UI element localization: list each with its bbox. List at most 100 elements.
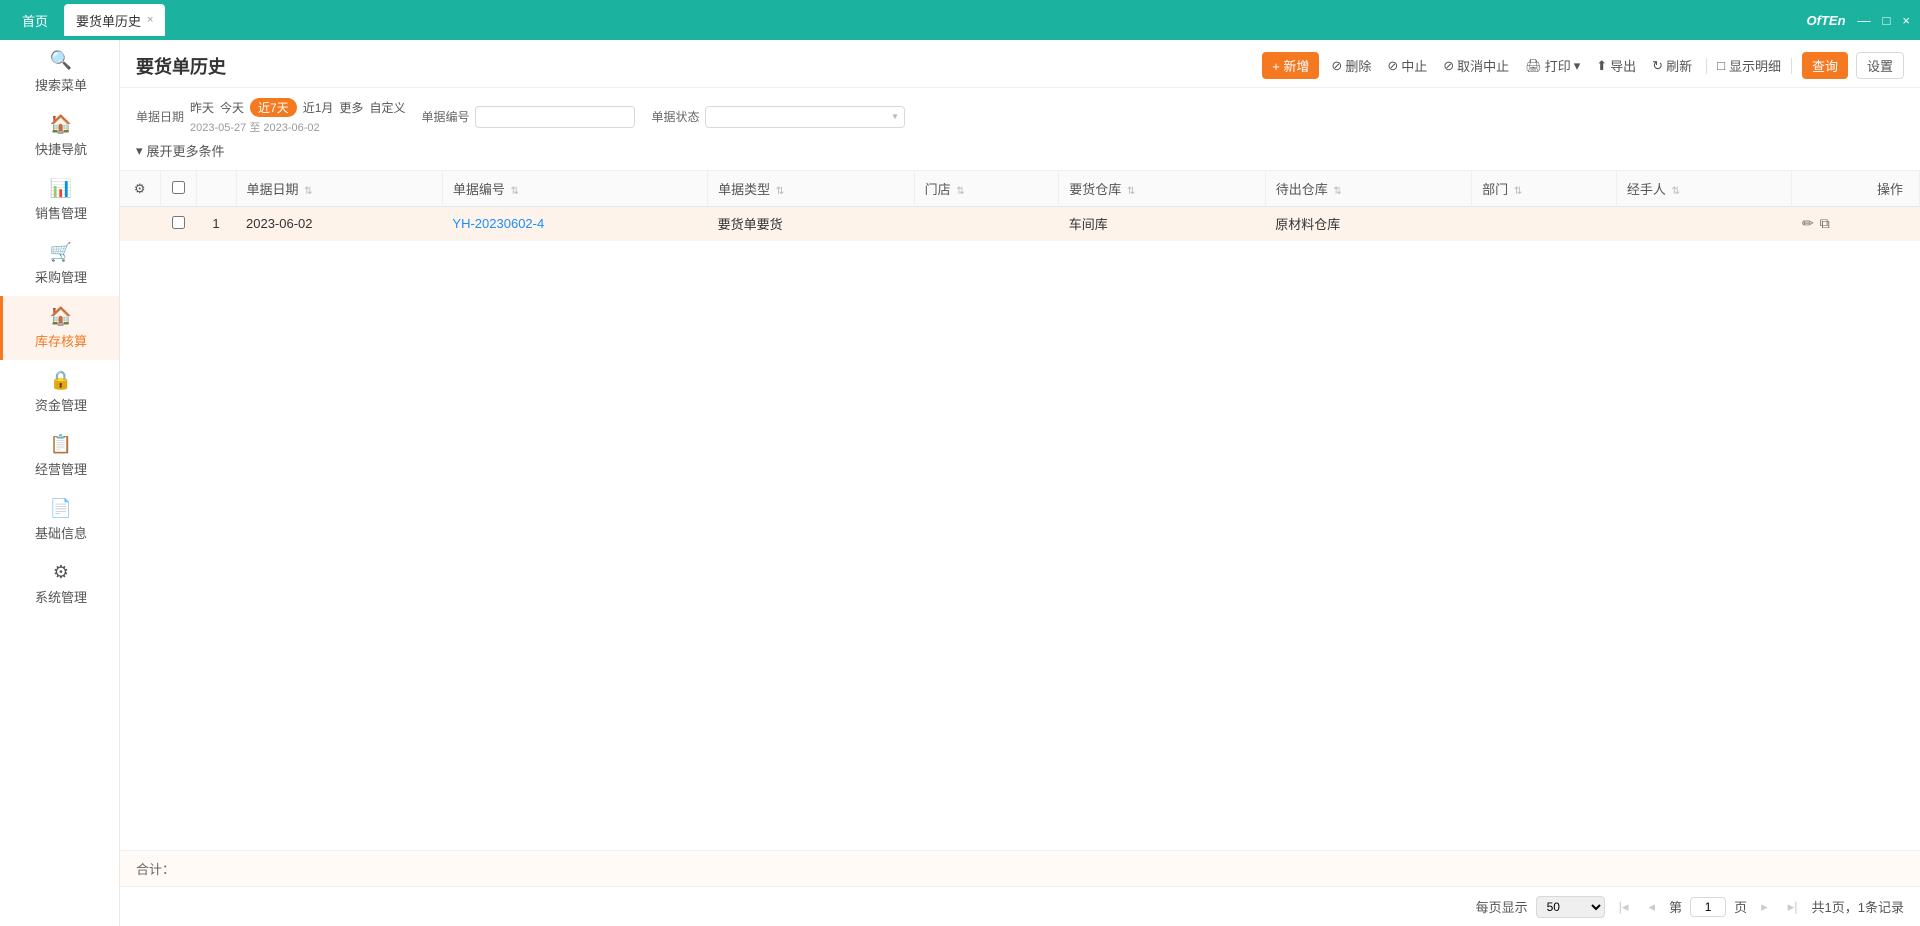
stop-button-label: 中止: [1401, 56, 1427, 75]
purchase-icon: 🛒: [50, 242, 72, 263]
finance-icon: 🔒: [50, 370, 72, 391]
sidebar-item-inventory[interactable]: 🏠 库存核算: [0, 296, 119, 360]
col-docno[interactable]: 单据编号 ⇅: [442, 171, 707, 207]
date-1month[interactable]: 近1月: [303, 99, 334, 116]
cancel-stop-button[interactable]: ⊘ 取消中止: [1439, 54, 1513, 77]
row-store-cell: [914, 207, 1059, 241]
docstatus-dropdown-icon: ▾: [892, 111, 897, 122]
sidebar-item-system-label: 系统管理: [35, 587, 87, 606]
sidebar-item-search[interactable]: 🔍 搜索菜单: [0, 40, 119, 104]
select-all-checkbox[interactable]: [172, 181, 185, 194]
sidebar-item-sales[interactable]: 📊 销售管理: [0, 168, 119, 232]
sidebar-item-system[interactable]: ⚙ 系统管理: [0, 552, 119, 616]
sidebar-item-quicknav[interactable]: 🏠 快捷导航: [0, 104, 119, 168]
content-area: 要货单历史 + 新增 ⊘ 删除 ⊘ 中止 ⊘ 取消中止 🖨: [120, 40, 1920, 926]
docno-input[interactable]: [475, 106, 635, 128]
per-page-select[interactable]: 50 100 200: [1536, 896, 1605, 918]
display-detail-checkbox[interactable]: □ 显示明细: [1717, 56, 1781, 75]
expand-icon: ▾: [136, 143, 143, 159]
sidebar-item-operation-label: 经营管理: [35, 459, 87, 478]
export-button[interactable]: ⬆ 导出: [1592, 54, 1640, 77]
toolbar-divider2: [1791, 58, 1792, 74]
per-page-label: 每页显示: [1476, 897, 1528, 916]
table-footer: 合计：: [120, 850, 1920, 886]
query-button-label: 查询: [1812, 56, 1838, 75]
col-reqwarehouse[interactable]: 要货仓库 ⇅: [1059, 171, 1265, 207]
docno-filter-label: 单据编号: [421, 108, 469, 125]
col-doctype[interactable]: 单据类型 ⇅: [708, 171, 914, 207]
col-pendingwarehouse[interactable]: 待出仓库 ⇅: [1265, 171, 1471, 207]
sidebar-item-basicinfo[interactable]: 📄 基础信息: [0, 488, 119, 552]
settings-button-label: 设置: [1867, 56, 1893, 75]
page-header: 要货单历史 + 新增 ⊘ 删除 ⊘ 中止 ⊘ 取消中止 🖨: [120, 40, 1920, 88]
table-body: 1 2023-06-02 YH-20230602-4 要货单要货 车间库 原材料…: [120, 207, 1920, 241]
stop-icon: ⊘: [1387, 58, 1398, 74]
row-checkbox-cell[interactable]: [160, 207, 196, 241]
row-reqwarehouse-cell: 车间库: [1059, 207, 1265, 241]
sidebar-item-search-label: 搜索菜单: [35, 75, 87, 94]
page-number-input[interactable]: [1690, 897, 1726, 917]
col-date[interactable]: 单据日期 ⇅: [236, 171, 442, 207]
cancel-stop-icon: ⊘: [1443, 58, 1454, 74]
active-tab[interactable]: 要货单历史 ×: [64, 4, 165, 36]
date-custom[interactable]: 自定义: [369, 99, 405, 116]
sort-date-icon: ⇅: [304, 186, 312, 197]
date-yesterday[interactable]: 昨天: [190, 99, 214, 116]
refresh-button[interactable]: ↻ 刷新: [1648, 54, 1696, 77]
delete-button[interactable]: ⊘ 删除: [1327, 54, 1375, 77]
filter-area: 单据日期 昨天 今天 近7天 近1月 更多 自定义 2023-05-27 至 2…: [120, 88, 1920, 171]
row-docno-link[interactable]: YH-20230602-4: [452, 216, 544, 231]
row-docno-cell[interactable]: YH-20230602-4: [442, 207, 707, 241]
col-dept[interactable]: 部门 ⇅: [1472, 171, 1617, 207]
new-button-label: + 新增: [1272, 56, 1309, 75]
page-label-before: 第: [1669, 897, 1682, 916]
query-button[interactable]: 查询: [1802, 52, 1848, 79]
date-today[interactable]: 今天: [220, 99, 244, 116]
first-page-button[interactable]: |◂: [1613, 897, 1635, 917]
sidebar-item-operation[interactable]: 📋 经营管理: [0, 424, 119, 488]
export-label: 导出: [1610, 56, 1636, 75]
next-page-button[interactable]: ▸: [1755, 897, 1774, 917]
close-tab-icon[interactable]: ×: [147, 14, 153, 26]
row-actions: ✏ ⧉: [1802, 215, 1904, 232]
col-settings[interactable]: ⚙: [120, 171, 160, 207]
sort-reqwarehouse-icon: ⇅: [1127, 186, 1135, 197]
date-range-text: 2023-05-27 至 2023-06-02: [190, 119, 405, 135]
row-copy-button[interactable]: ⧉: [1820, 215, 1830, 232]
col-store[interactable]: 门店 ⇅: [914, 171, 1059, 207]
row-checkbox[interactable]: [172, 216, 185, 229]
refresh-icon: ↻: [1652, 58, 1663, 74]
prev-page-button[interactable]: ◂: [1643, 897, 1662, 917]
expand-more-button[interactable]: ▾ 展开更多条件: [136, 141, 1904, 160]
sidebar-item-finance[interactable]: 🔒 资金管理: [0, 360, 119, 424]
refresh-label: 刷新: [1666, 56, 1692, 75]
col-checkbox[interactable]: [160, 171, 196, 207]
window-close-icon[interactable]: ×: [1902, 13, 1910, 28]
maximize-icon[interactable]: □: [1883, 13, 1891, 28]
home-tab-label: 首页: [22, 11, 48, 30]
stop-button[interactable]: ⊘ 中止: [1383, 54, 1431, 77]
display-detail-label: 显示明细: [1729, 56, 1781, 75]
minimize-icon[interactable]: —: [1858, 13, 1871, 28]
system-icon: ⚙: [53, 562, 69, 583]
sales-icon: 📊: [50, 178, 72, 199]
sidebar-item-purchase[interactable]: 🛒 采购管理: [0, 232, 119, 296]
print-button[interactable]: 🖨 打印 ▾: [1521, 54, 1584, 77]
col-handler[interactable]: 经手人 ⇅: [1616, 171, 1792, 207]
row-edit-button[interactable]: ✏: [1802, 215, 1814, 232]
date-7days[interactable]: 近7天: [250, 98, 297, 117]
home-tab[interactable]: 首页: [10, 4, 60, 36]
last-page-button[interactable]: ▸|: [1782, 897, 1804, 917]
top-bar: 首页 要货单历史 × OfTEn — □ ×: [0, 0, 1920, 40]
sidebar-item-purchase-label: 采购管理: [35, 267, 87, 286]
sort-docno-icon: ⇅: [511, 186, 519, 197]
settings-button[interactable]: 设置: [1856, 52, 1904, 79]
row-doctype-cell: 要货单要货: [708, 207, 914, 241]
date-shortcuts-container: 昨天 今天 近7天 近1月 更多 自定义 2023-05-27 至 2023-0…: [190, 98, 405, 135]
home-icon: 🏠: [50, 114, 72, 135]
sidebar-item-quicknav-label: 快捷导航: [35, 139, 87, 158]
docstatus-input[interactable]: [705, 106, 905, 128]
sort-handler-icon: ⇅: [1672, 186, 1680, 197]
new-button[interactable]: + 新增: [1262, 52, 1319, 79]
date-more[interactable]: 更多: [339, 99, 363, 116]
